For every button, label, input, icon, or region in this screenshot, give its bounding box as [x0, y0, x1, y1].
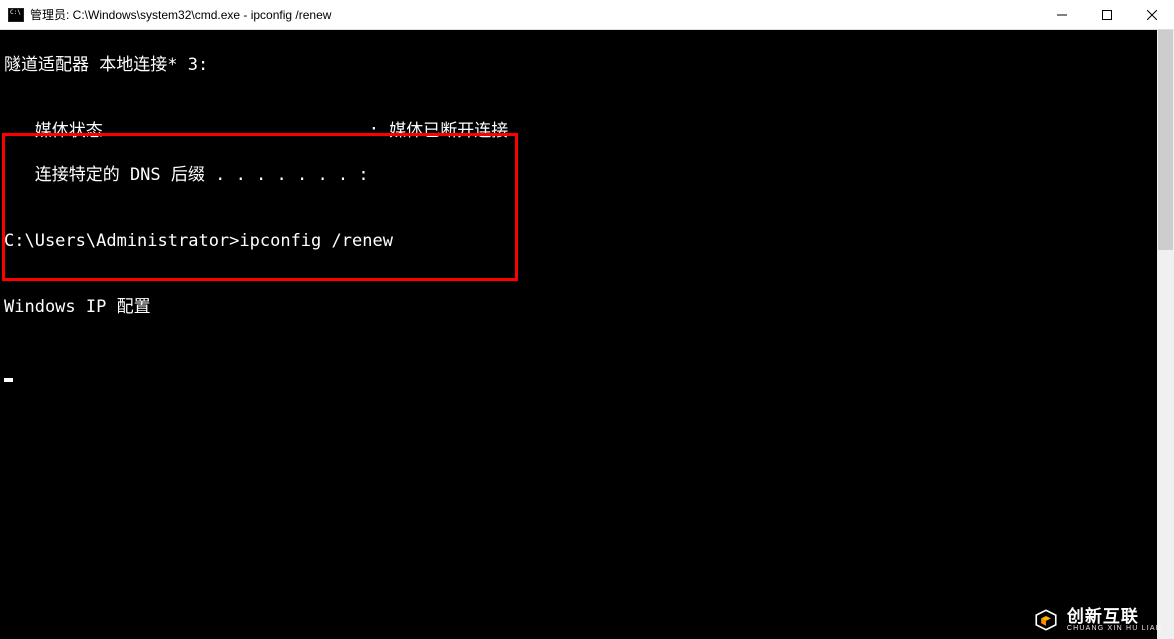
terminal-line: 媒体状态 . . . . . . . . . . . . : 媒体已断开连接	[4, 120, 1153, 142]
titlebar-controls	[1039, 0, 1174, 29]
terminal-output[interactable]: 隧道适配器 本地连接* 3: 媒体状态 . . . . . . . . . . …	[0, 30, 1157, 639]
terminal-cursor-line	[4, 362, 1153, 384]
watermark-text: 创新互联 CHUANG XIN HU LIAN	[1067, 608, 1162, 633]
terminal-line: Windows IP 配置	[4, 296, 1153, 318]
minimize-button[interactable]	[1039, 0, 1084, 29]
watermark: 创新互联 CHUANG XIN HU LIAN	[1033, 607, 1162, 633]
close-icon	[1147, 10, 1157, 20]
cursor	[4, 378, 13, 382]
terminal-line: C:\Users\Administrator>ipconfig /renew	[4, 230, 1153, 252]
scrollbar-thumb[interactable]	[1158, 30, 1173, 250]
watermark-en: CHUANG XIN HU LIAN	[1067, 625, 1162, 632]
watermark-cn: 创新互联	[1067, 608, 1162, 626]
scrollbar-track[interactable]	[1157, 30, 1174, 639]
terminal-line: 隧道适配器 本地连接* 3:	[4, 54, 1153, 76]
close-button[interactable]	[1129, 0, 1174, 29]
titlebar-left: 管理员: C:\Windows\system32\cmd.exe - ipcon…	[0, 6, 331, 23]
watermark-logo-icon	[1033, 607, 1059, 633]
minimize-icon	[1057, 10, 1067, 20]
terminal-line: 连接特定的 DNS 后缀 . . . . . . . :	[4, 164, 1153, 186]
window-titlebar: 管理员: C:\Windows\system32\cmd.exe - ipcon…	[0, 0, 1174, 30]
maximize-button[interactable]	[1084, 0, 1129, 29]
maximize-icon	[1102, 10, 1112, 20]
window-title: 管理员: C:\Windows\system32\cmd.exe - ipcon…	[30, 6, 331, 23]
cmd-icon	[8, 8, 24, 22]
